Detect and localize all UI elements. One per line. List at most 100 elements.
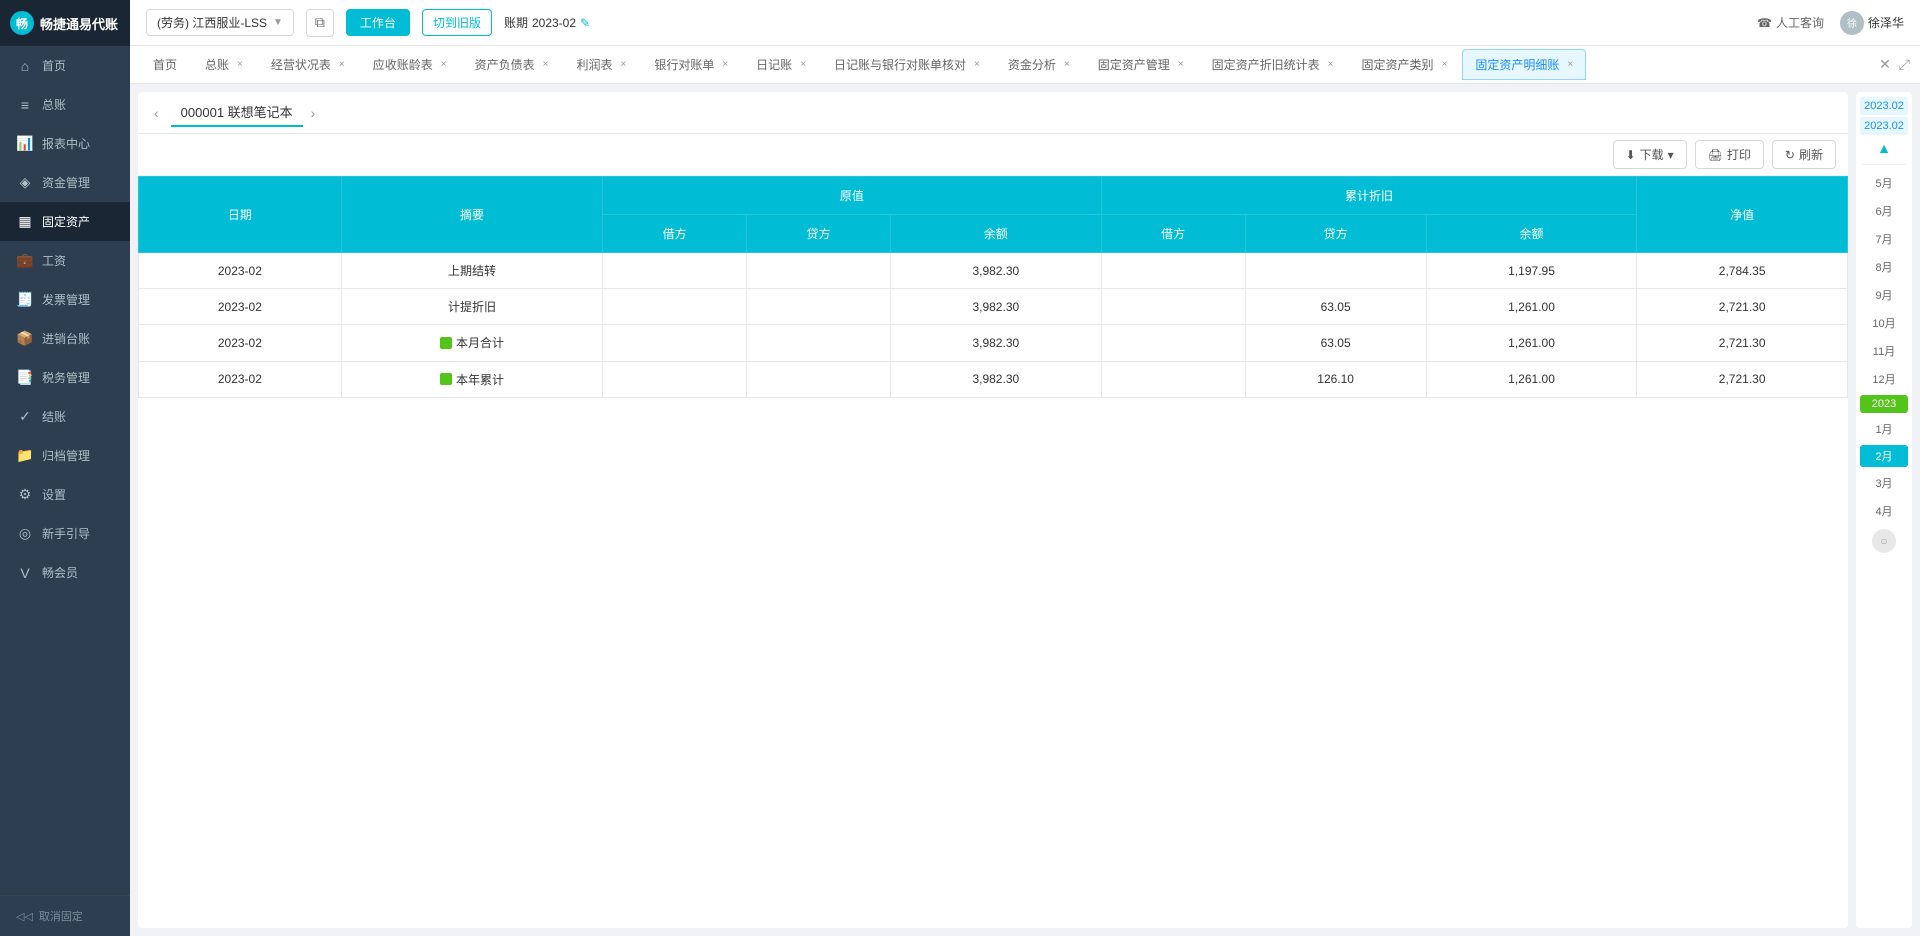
- sidebar-item-funds[interactable]: ◈ 资金管理: [0, 163, 130, 202]
- tab-home[interactable]: 首页: [140, 49, 190, 80]
- subtab-next-btn[interactable]: ›: [311, 105, 316, 121]
- rp-month-8[interactable]: 8月: [1856, 253, 1912, 281]
- copy-icon-button[interactable]: ⧉: [306, 9, 334, 37]
- rp-scroll-down[interactable]: ○: [1872, 529, 1896, 553]
- tab-balance-sheet[interactable]: 资产负债表 ×: [462, 49, 562, 80]
- tab-bank-statement[interactable]: 银行对账单 ×: [641, 49, 741, 80]
- rp-month-9[interactable]: 9月: [1856, 281, 1912, 309]
- sidebar-item-home[interactable]: ⌂ 首页: [0, 46, 130, 85]
- table-row[interactable]: 2023-02 上期结转 3,982.30 1,197.95 2,784.35: [139, 253, 1848, 289]
- subtab-item-asset[interactable]: 000001 联想笔记本: [171, 98, 303, 127]
- workbench-button[interactable]: 工作台: [346, 9, 410, 36]
- table-row[interactable]: 2023-02 计提折旧 3,982.30 63.05 1,261.00 2,7…: [139, 289, 1848, 325]
- tab-label: 利润表: [576, 56, 612, 73]
- rp-date-top-2[interactable]: 2023.02: [1860, 117, 1908, 135]
- member-icon: V: [16, 565, 34, 581]
- tab-close-icon[interactable]: ×: [1567, 59, 1573, 70]
- sidebar-item-member[interactable]: V 畅会员: [0, 553, 130, 592]
- tab-close-icon[interactable]: ×: [620, 59, 626, 70]
- sidebar-item-guide[interactable]: ◎ 新手引导: [0, 514, 130, 553]
- tab-close-icon[interactable]: ×: [722, 59, 728, 70]
- rp-month-3[interactable]: 3月: [1856, 469, 1912, 497]
- company-name: (劳务) 江西服业-LSS: [157, 14, 267, 31]
- rp-month-10[interactable]: 10月: [1856, 309, 1912, 337]
- download-button[interactable]: ⬇ 下载 ▾: [1613, 140, 1687, 169]
- subtab-prev-btn[interactable]: ‹: [150, 103, 163, 123]
- tab-close-icon[interactable]: ×: [339, 59, 345, 70]
- settings-icon: ⚙: [16, 486, 34, 503]
- tab-fixed-assets-category[interactable]: 固定资产类别 ×: [1348, 49, 1460, 80]
- cell-net-value: 2,721.30: [1637, 325, 1848, 362]
- company-selector[interactable]: (劳务) 江西服业-LSS ▼: [146, 9, 294, 36]
- rp-year-2023[interactable]: 2023: [1860, 395, 1908, 413]
- tab-general-ledger[interactable]: 总账 ×: [192, 49, 256, 80]
- rp-month-2[interactable]: 2月: [1860, 445, 1908, 467]
- tab-close-icon[interactable]: ×: [800, 59, 806, 70]
- tab-fixed-assets-mgmt[interactable]: 固定资产管理 ×: [1085, 49, 1197, 80]
- tab-close-icon[interactable]: ×: [543, 59, 549, 70]
- sidebar-item-sales[interactable]: 📦 进销台账: [0, 319, 130, 358]
- sidebar-item-salary[interactable]: 💼 工资: [0, 241, 130, 280]
- rp-month-12[interactable]: 12月: [1856, 365, 1912, 393]
- tab-journal[interactable]: 日记账 ×: [743, 49, 819, 80]
- customer-service[interactable]: ☎ 人工客询: [1757, 14, 1824, 31]
- rp-scroll-up[interactable]: ▲: [1873, 136, 1895, 160]
- sidebar-item-tax[interactable]: 📑 税务管理: [0, 358, 130, 397]
- close-all-tabs-icon[interactable]: ✕: [1879, 56, 1891, 73]
- sidebar-item-reports[interactable]: 📊 报表中心: [0, 124, 130, 163]
- tab-journal-bank-reconcile[interactable]: 日记账与银行对账单核对 ×: [821, 49, 993, 80]
- col-date: 日期: [139, 177, 342, 253]
- tab-depreciation-stats[interactable]: 固定资产折旧统计表 ×: [1199, 49, 1347, 80]
- sidebar-item-general-ledger[interactable]: ≡ 总账: [0, 85, 130, 124]
- tab-fixed-assets-detail[interactable]: 固定资产明细账 ×: [1462, 49, 1586, 80]
- avatar: 徐: [1840, 11, 1864, 35]
- tab-close-icon[interactable]: ×: [1064, 59, 1070, 70]
- tab-fund-analysis[interactable]: 资金分析 ×: [995, 49, 1083, 80]
- tab-bar: 首页 总账 × 经营状况表 × 应收账龄表 × 资产负债表 × 利润表 × 银行…: [130, 46, 1920, 84]
- rp-month-5[interactable]: 5月: [1856, 169, 1912, 197]
- sidebar-item-fixed-assets[interactable]: ▦ 固定资产: [0, 202, 130, 241]
- settlement-icon: ✓: [16, 408, 34, 425]
- rp-month-4[interactable]: 4月: [1856, 497, 1912, 525]
- sidebar-item-settings[interactable]: ⚙ 设置: [0, 475, 130, 514]
- sidebar-unpin[interactable]: ◁◁ 取消固定: [0, 895, 130, 936]
- expand-tabs-icon[interactable]: ⤢: [1899, 56, 1910, 73]
- dropdown-arrow-icon: ▼: [273, 17, 283, 28]
- sidebar-item-settlement[interactable]: ✓ 结账: [0, 397, 130, 436]
- tab-close-icon[interactable]: ×: [1328, 59, 1334, 70]
- cell-accum-debit: [1101, 325, 1245, 362]
- period-edit-icon[interactable]: ✎: [580, 16, 590, 30]
- tab-close-icon[interactable]: ×: [237, 59, 243, 70]
- rp-month-7[interactable]: 7月: [1856, 225, 1912, 253]
- table-row[interactable]: 2023-02 本月合计 3,982.30 63.05 1,261.00 2,7…: [139, 325, 1848, 362]
- tab-label: 经营状况表: [271, 56, 331, 73]
- tab-close-icon[interactable]: ×: [441, 59, 447, 70]
- rp-date-top-1[interactable]: 2023.02: [1860, 97, 1908, 115]
- archive-icon: 📁: [16, 447, 34, 464]
- tab-ar-aging[interactable]: 应收账龄表 ×: [360, 49, 460, 80]
- tab-close-icon[interactable]: ×: [1441, 59, 1447, 70]
- cell-accum-credit: [1245, 253, 1426, 289]
- user-menu[interactable]: 徐 徐泽华: [1840, 11, 1904, 35]
- pin-icon: ◁◁: [16, 910, 33, 923]
- rp-month-6[interactable]: 6月: [1856, 197, 1912, 225]
- tab-profit[interactable]: 利润表 ×: [563, 49, 639, 80]
- sidebar-item-invoice[interactable]: 🧾 发票管理: [0, 280, 130, 319]
- sidebar-item-label: 总账: [42, 96, 66, 113]
- refresh-button[interactable]: ↻ 刷新: [1772, 140, 1836, 169]
- tab-label: 资金分析: [1008, 56, 1056, 73]
- table-row[interactable]: 2023-02 本年累计 3,982.30 126.10 1,261.00 2,…: [139, 361, 1848, 398]
- rp-month-1[interactable]: 1月: [1856, 415, 1912, 443]
- cell-accum-credit: 63.05: [1245, 325, 1426, 362]
- print-button[interactable]: 🖨 打印: [1695, 140, 1764, 169]
- switch-version-button[interactable]: 切到旧版: [422, 9, 492, 36]
- col-accum-balance: 余额: [1426, 215, 1637, 253]
- rp-month-11[interactable]: 11月: [1856, 337, 1912, 365]
- cell-orig-credit: [747, 289, 891, 325]
- tab-business-status[interactable]: 经营状况表 ×: [258, 49, 358, 80]
- cell-summary: 本年累计: [341, 361, 602, 398]
- tab-close-icon[interactable]: ×: [974, 59, 980, 70]
- cell-date: 2023-02: [139, 325, 342, 362]
- tab-close-icon[interactable]: ×: [1178, 59, 1184, 70]
- sidebar-item-archive[interactable]: 📁 归档管理: [0, 436, 130, 475]
